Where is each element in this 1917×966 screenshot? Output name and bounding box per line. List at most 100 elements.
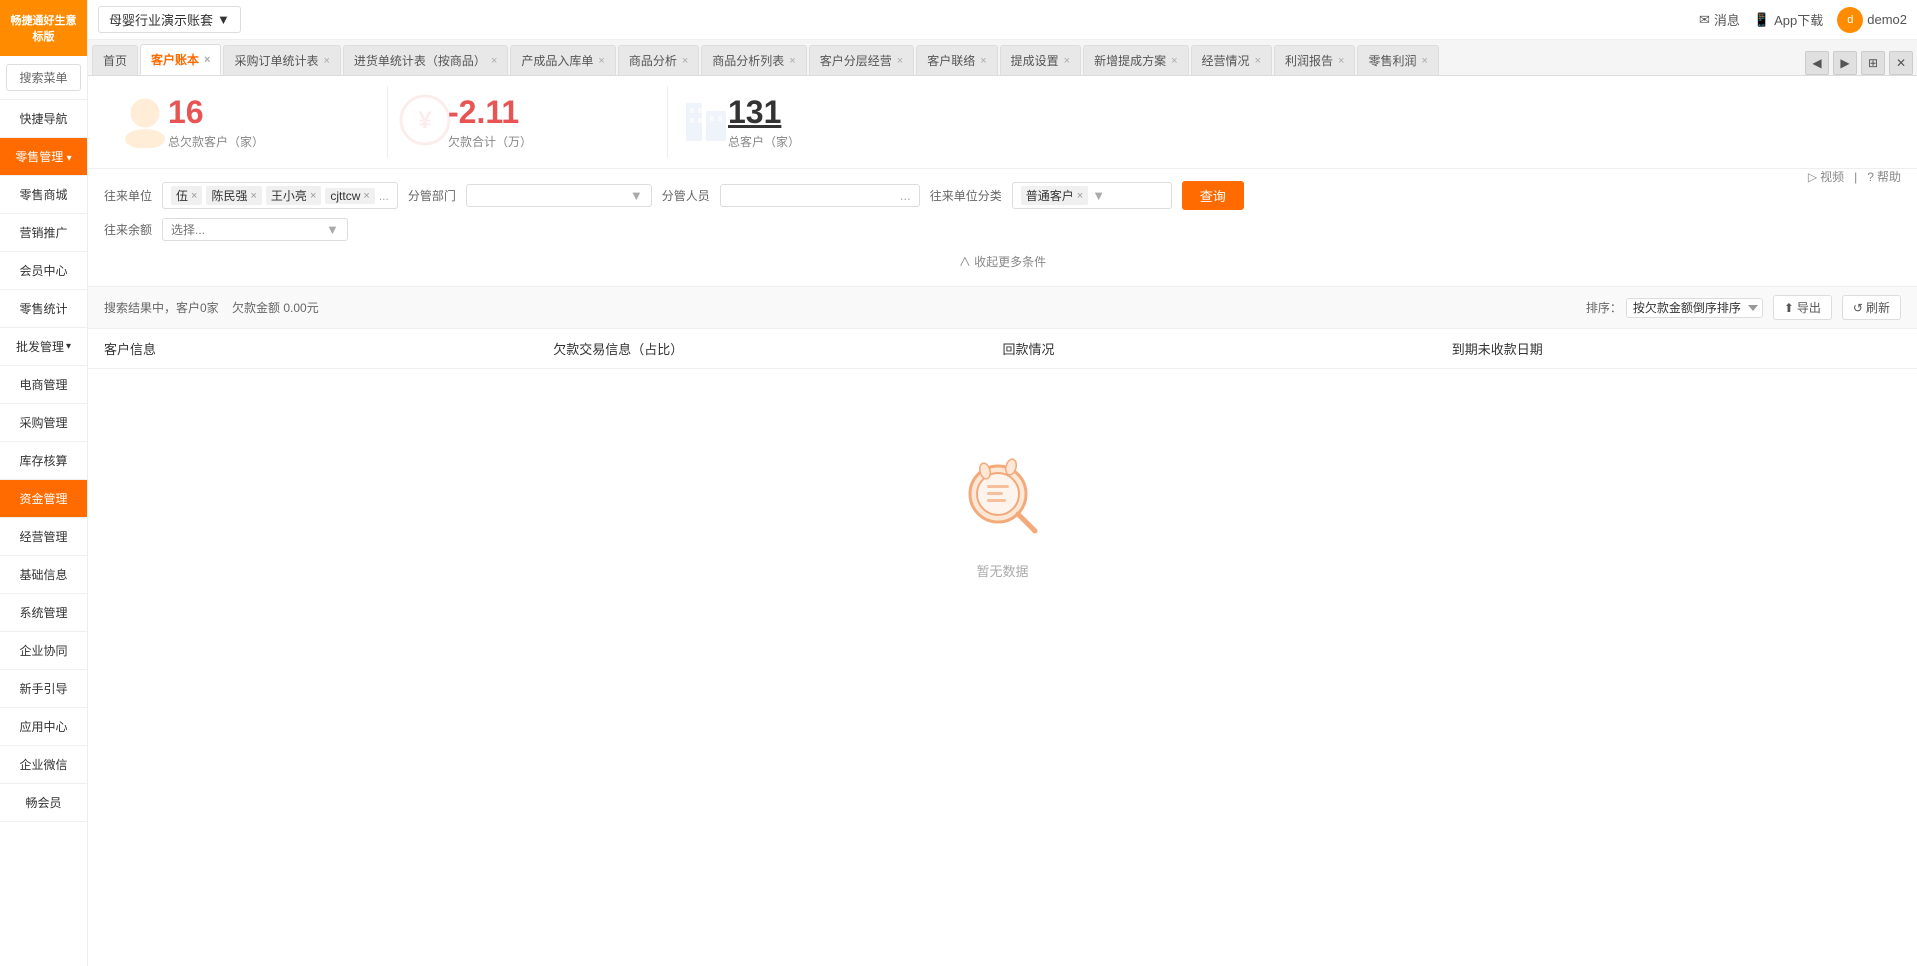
tab-customer-contact[interactable]: 客户联络 × [916, 45, 997, 75]
sidebar-item-finance[interactable]: 资金管理 [0, 480, 87, 518]
unit-tag-wu[interactable]: 伍 × [171, 186, 202, 205]
filter-label-unit: 往来单位 [104, 187, 152, 204]
close-icon[interactable]: × [1064, 55, 1070, 67]
sidebar-item-wholesale[interactable]: 批发管理 ▾ [0, 328, 87, 366]
refresh-button[interactable]: ↺ 刷新 [1842, 295, 1901, 320]
stat-value-all-customers: 131 [728, 94, 781, 131]
unit-tag-group[interactable]: 伍 × 陈民强 × 王小亮 × cjttcw × [162, 182, 398, 209]
sidebar-item-basic[interactable]: 基础信息 [0, 556, 87, 594]
sidebar-item-retail-stats[interactable]: 零售统计 [0, 290, 87, 328]
tab-commission-settings[interactable]: 提成设置 × [1000, 45, 1081, 75]
classification-input-group[interactable]: 普通客户 × ▼ [1012, 182, 1172, 209]
more-tags-indicator[interactable]: ... [379, 189, 389, 203]
sidebar-item-retail[interactable]: 零售管理 ▾ [0, 138, 87, 176]
search-menu-button[interactable]: 搜索菜单 [6, 64, 81, 91]
tab-home[interactable]: 首页 [92, 45, 138, 75]
app-download-btn[interactable]: 📱 App下载 [1754, 10, 1823, 29]
sidebar-item-app-center[interactable]: 应用中心 [0, 708, 87, 746]
tab-product-inbound[interactable]: 产成品入库单 × [510, 45, 615, 75]
user-menu[interactable]: d demo2 [1837, 7, 1907, 33]
stat-label-all-customers: 总客户（家） [728, 133, 800, 150]
tab-goods-analysis[interactable]: 商品分析 × [618, 45, 699, 75]
topbar: 母婴行业演示账套 ▼ ✉ 消息 📱 App下载 d demo2 [88, 0, 1917, 40]
sidebar-item-newbie[interactable]: 新手引导 [0, 670, 87, 708]
balance-select-group[interactable]: ▼ [162, 218, 348, 241]
remove-icon[interactable]: × [191, 190, 197, 202]
close-icon[interactable]: × [204, 54, 210, 66]
topbar-left: 母婴行业演示账套 ▼ [98, 6, 241, 33]
tab-close-all-btn[interactable]: ✕ [1889, 51, 1913, 75]
sidebar-item-quick-nav[interactable]: 快捷导航 [0, 100, 87, 138]
sidebar-item-wholesale-label: 批发管理 [16, 338, 64, 355]
tab-next-btn[interactable]: ▶ [1833, 51, 1857, 75]
remove-icon[interactable]: × [1077, 190, 1083, 202]
sidebar-item-operation[interactable]: 经营管理 [0, 518, 87, 556]
tab-goods-analysis-list[interactable]: 商品分析列表 × [701, 45, 806, 75]
sidebar-item-inventory[interactable]: 库存核算 [0, 442, 87, 480]
search-menu-btn[interactable]: 搜索菜单 [0, 56, 87, 100]
close-icon[interactable]: × [1255, 55, 1261, 67]
expand-icon[interactable]: ▼ [630, 188, 643, 203]
tab-profit-report[interactable]: 利润报告 × [1274, 45, 1355, 75]
sidebar-item-ecommerce[interactable]: 电商管理 [0, 366, 87, 404]
unit-tag-chen[interactable]: 陈民强 × [206, 186, 261, 205]
unit-tag-wang[interactable]: 王小亮 × [266, 186, 321, 205]
close-icon[interactable]: × [1171, 55, 1177, 67]
tab-customer-ledger-label: 客户账本 [151, 51, 199, 68]
content: ▷ 视频 | ? 帮助 [88, 76, 1917, 966]
close-icon[interactable]: × [1338, 55, 1344, 67]
tab-operation[interactable]: 经营情况 × [1191, 45, 1272, 75]
account-selector[interactable]: 母婴行业演示账套 ▼ [98, 6, 241, 33]
remove-icon[interactable]: × [250, 190, 256, 202]
topbar-right: ✉ 消息 📱 App下载 d demo2 [1699, 7, 1907, 33]
close-icon[interactable]: × [789, 55, 795, 67]
tab-purchase-stats[interactable]: 采购订单统计表 × [223, 45, 340, 75]
filter-area: 往来单位 伍 × 陈民强 × 王小亮 × [88, 169, 1917, 287]
close-icon[interactable]: × [682, 55, 688, 67]
query-button[interactable]: 查询 [1182, 181, 1244, 210]
tabbar: 首页 客户账本 × 采购订单统计表 × 进货单统计表（按商品） × 产成品入库单… [88, 40, 1917, 76]
chevron-down-icon[interactable]: ▼ [1092, 188, 1105, 203]
tab-retail-profit[interactable]: 零售利润 × [1357, 45, 1438, 75]
remove-icon[interactable]: × [310, 190, 316, 202]
tab-inbound-stats[interactable]: 进货单统计表（按商品） × [343, 45, 508, 75]
sidebar-item-wechat[interactable]: 企业微信 [0, 746, 87, 784]
tab-prev-btn[interactable]: ◀ [1805, 51, 1829, 75]
expand-icon[interactable]: ... [900, 188, 911, 203]
message-btn[interactable]: ✉ 消息 [1699, 10, 1740, 29]
dept-input-group[interactable]: ▼ [466, 184, 652, 207]
close-icon[interactable]: × [323, 55, 329, 67]
export-button[interactable]: ⬆ 导出 [1773, 295, 1832, 320]
close-icon[interactable]: × [598, 55, 604, 67]
sidebar-item-member[interactable]: 畅会员 [0, 784, 87, 822]
sidebar-item-retail-mall[interactable]: 零售商城 [0, 176, 87, 214]
person-input-group[interactable]: ... [720, 184, 920, 207]
help-label: 帮助 [1877, 168, 1901, 185]
classification-tag[interactable]: 普通客户 × [1021, 186, 1088, 205]
person-input[interactable] [729, 189, 900, 203]
logo-line1: 畅捷通好生意 [11, 12, 77, 28]
unit-tag-cjttcw[interactable]: cjttcw × [325, 188, 374, 204]
sort-select[interactable]: 按欠款金额倒序排序 [1626, 298, 1763, 318]
sidebar-item-enterprise[interactable]: 企业协同 [0, 632, 87, 670]
sidebar-item-marketing[interactable]: 营销推广 [0, 214, 87, 252]
help-link-btn[interactable]: ? 帮助 [1867, 168, 1901, 185]
close-icon[interactable]: × [897, 55, 903, 67]
tab-customer-ledger[interactable]: 客户账本 × [140, 44, 221, 75]
tab-new-commission[interactable]: 新增提成方案 × [1083, 45, 1188, 75]
balance-input[interactable] [171, 223, 326, 237]
tab-customer-tier[interactable]: 客户分层经营 × [809, 45, 914, 75]
remove-icon[interactable]: × [363, 190, 369, 202]
close-icon[interactable]: × [980, 55, 986, 67]
chevron-down-icon[interactable]: ▼ [326, 222, 339, 237]
collapse-btn[interactable]: ∧ 收起更多条件 [104, 249, 1901, 274]
sidebar-item-purchase[interactable]: 采购管理 [0, 404, 87, 442]
sidebar-item-wechat-label: 企业微信 [19, 758, 67, 772]
sidebar-item-system[interactable]: 系统管理 [0, 594, 87, 632]
close-icon[interactable]: × [491, 55, 497, 67]
close-icon[interactable]: × [1421, 55, 1427, 67]
dept-input[interactable] [475, 189, 630, 203]
tab-expand-btn[interactable]: ⊞ [1861, 51, 1885, 75]
video-link[interactable]: ▷ 视频 [1808, 168, 1844, 185]
sidebar-item-membership[interactable]: 会员中心 [0, 252, 87, 290]
